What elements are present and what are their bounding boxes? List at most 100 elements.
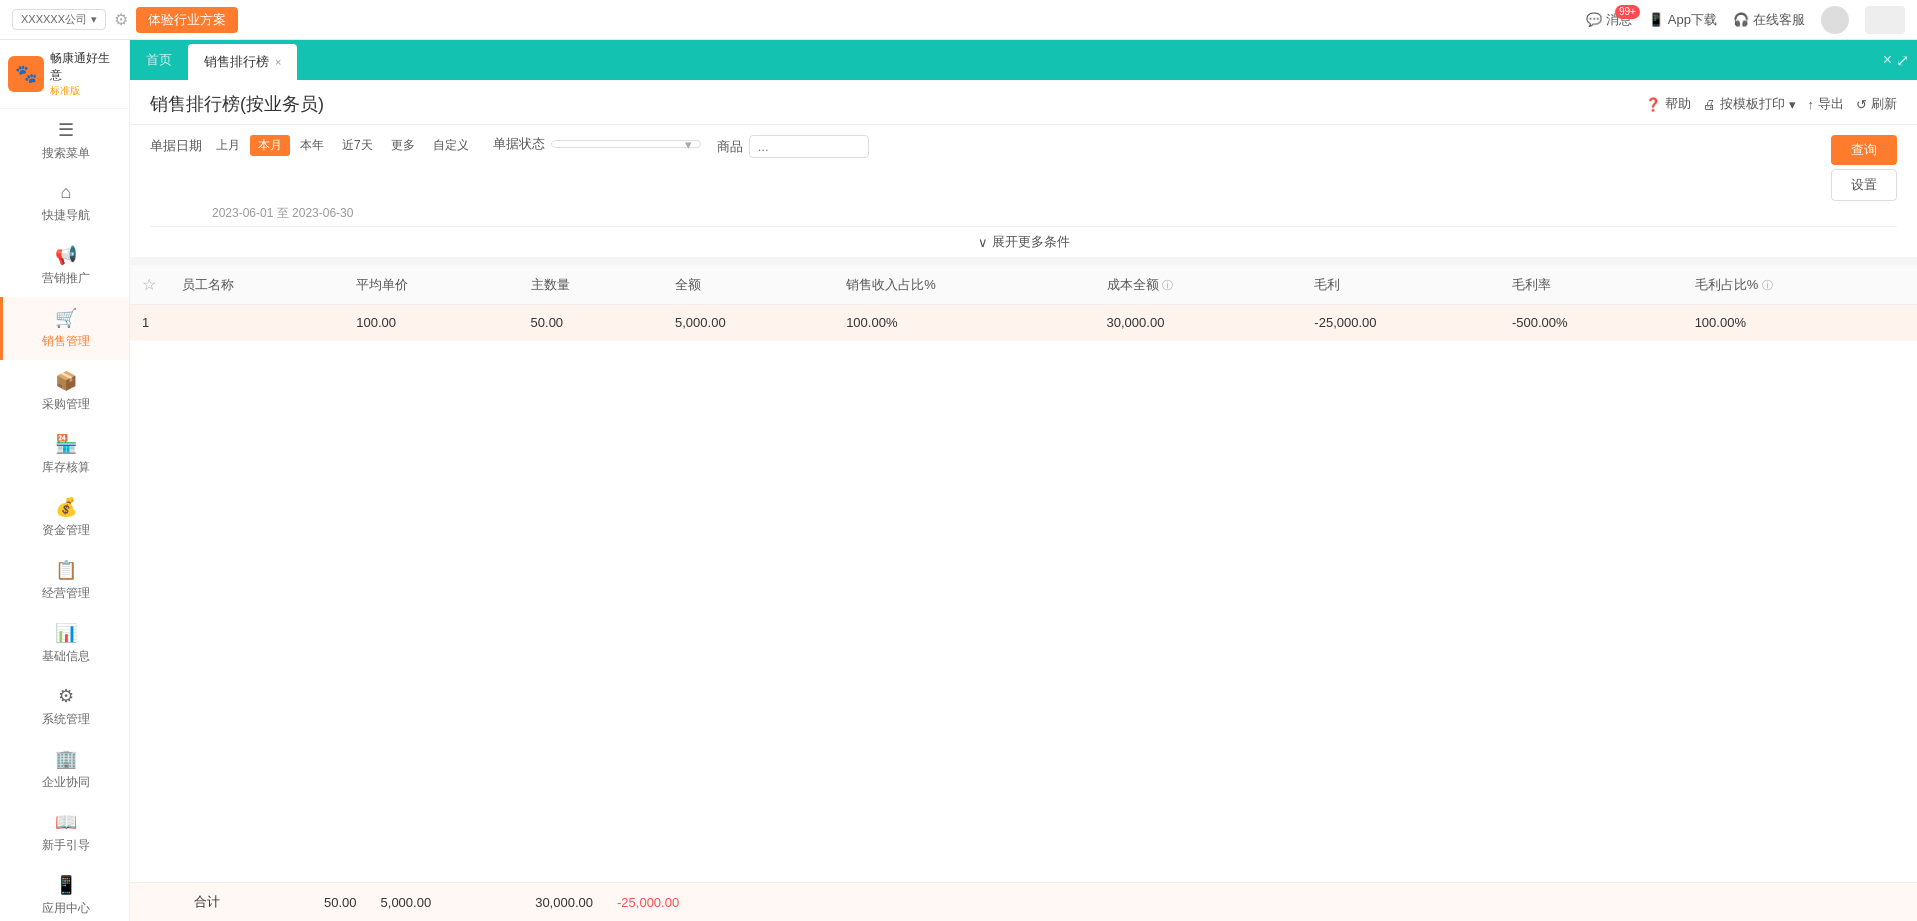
sidebar-item-marketing[interactable]: 📢 营销推广: [0, 234, 129, 297]
question-icon: ❓: [1645, 97, 1661, 112]
sidebar-item-label: 新手引导: [42, 837, 90, 854]
sidebar-item-search-order[interactable]: ☰ 搜索菜单: [0, 109, 129, 172]
bell-icon: 💬: [1586, 12, 1602, 27]
sidebar-item-label: 资金管理: [42, 522, 90, 539]
finance-icon: 💰: [55, 496, 77, 518]
cell-qty: 50.00: [519, 305, 663, 341]
company-selector[interactable]: XXXXXX公司 ▾: [12, 9, 106, 30]
home-icon: ⌂: [61, 182, 72, 203]
template-print-button[interactable]: 🖨 按模板打印 ▾: [1703, 95, 1796, 113]
date-tab-current-month[interactable]: 本月: [250, 135, 290, 156]
sidebar-item-finance[interactable]: 💰 资金管理: [0, 486, 129, 549]
inventory-icon: 🏪: [55, 433, 77, 455]
sidebar-item-label: 库存核算: [42, 459, 90, 476]
sidebar-item-purchase[interactable]: 📦 采购管理: [0, 360, 129, 423]
sidebar-item-system[interactable]: ⚙ 系统管理: [0, 675, 129, 738]
logo-text-wrap: 畅康通好生意 标准版: [50, 50, 121, 98]
notification-badge: 99+: [1615, 5, 1640, 19]
app-download-link[interactable]: 📱 App下载: [1648, 11, 1717, 29]
th-gross: 毛利: [1302, 265, 1500, 305]
sidebar-item-inventory[interactable]: 🏪 库存核算: [0, 423, 129, 486]
expand-down-icon: ∨: [978, 235, 988, 250]
mobile-icon: 📱: [1648, 12, 1664, 27]
dropdown-arrow-icon: ▾: [91, 13, 97, 26]
system-icon: ⚙: [58, 685, 74, 707]
cell-cost: 30,000.00: [1095, 305, 1303, 341]
query-button[interactable]: 查询: [1831, 135, 1897, 165]
date-tab-custom[interactable]: 自定义: [425, 135, 477, 156]
star-icon[interactable]: ☆: [142, 276, 156, 293]
settings-button[interactable]: 设置: [1831, 169, 1897, 201]
status-select[interactable]: ▾: [551, 140, 701, 148]
sidebar-item-label: 销售管理: [42, 333, 90, 350]
user-name-display: [1865, 6, 1905, 34]
goods-input[interactable]: [758, 139, 838, 154]
cell-name: [170, 305, 344, 341]
settings-icon[interactable]: ⚙: [114, 10, 128, 29]
export-button[interactable]: ↑ 导出: [1808, 95, 1845, 113]
th-amount: 全额: [663, 265, 834, 305]
th-avg-price: 平均单价: [344, 265, 518, 305]
th-name: 员工名称: [170, 265, 344, 305]
window-close-icon[interactable]: ×: [1883, 51, 1892, 69]
expand-more-conditions[interactable]: ∨ 展开更多条件: [150, 226, 1897, 257]
refresh-icon: ↺: [1856, 97, 1867, 112]
sidebar-item-label: 企业协同: [42, 774, 90, 791]
sidebar-item-app-center[interactable]: 📱 应用中心: [0, 864, 129, 921]
footer-gross: -25,000.00: [605, 895, 691, 910]
trial-button[interactable]: 体验行业方案: [136, 7, 238, 33]
page-content: 销售排行榜(按业务员) ❓ 帮助 🖨 按模板打印 ▾ ↑ 导出: [130, 80, 1917, 921]
marketing-icon: 📢: [55, 244, 77, 266]
date-tab-current-year[interactable]: 本年: [292, 135, 332, 156]
tab-sales-ranking[interactable]: 销售排行榜 ×: [188, 44, 297, 80]
online-support-link[interactable]: 🎧 在线客服: [1733, 11, 1805, 29]
status-filter-label: 单据状态: [493, 135, 545, 153]
sidebar-item-label: 采购管理: [42, 396, 90, 413]
purchase-icon: 📦: [55, 370, 77, 392]
sales-icon: 🛒: [55, 307, 77, 329]
operations-icon: 📋: [55, 559, 77, 581]
sidebar-item-guide[interactable]: 📖 新手引导: [0, 801, 129, 864]
date-tab-last-month[interactable]: 上月: [208, 135, 248, 156]
sidebar-item-enterprise[interactable]: 🏢 企业协同: [0, 738, 129, 801]
sidebar-item-label: 基础信息: [42, 648, 90, 665]
status-filter-group: 单据状态 ▾: [493, 135, 701, 153]
help-button[interactable]: ❓ 帮助: [1645, 95, 1691, 113]
footer-summary-label: 合计: [182, 893, 232, 911]
date-tab-more[interactable]: 更多: [383, 135, 423, 156]
sidebar-item-label: 经营管理: [42, 585, 90, 602]
page-title: 销售排行榜(按业务员): [150, 92, 324, 116]
tab-home[interactable]: 首页: [130, 40, 188, 80]
sidebar-item-label: 应用中心: [42, 900, 90, 917]
tab-home-label: 首页: [146, 51, 172, 69]
cell-gross: -25,000.00: [1302, 305, 1500, 341]
cell-sales-pct: 100.00%: [834, 305, 1094, 341]
footer-cost: 30,000.00: [523, 895, 605, 910]
date-tab-7days[interactable]: 近7天: [334, 135, 381, 156]
window-resize-icon[interactable]: ⤢: [1896, 51, 1909, 70]
refresh-button[interactable]: ↺ 刷新: [1856, 95, 1897, 113]
tab-close-icon[interactable]: ×: [275, 56, 281, 68]
sidebar-item-sales[interactable]: 🛒 销售管理: [0, 297, 129, 360]
date-range-display: 2023-06-01 至 2023-06-30: [150, 205, 1897, 222]
sidebar-item-quick-nav[interactable]: ⌂ 快捷导航: [0, 172, 129, 234]
sidebar-item-basic-info[interactable]: 📊 基础信息: [0, 612, 129, 675]
page-header-actions: ❓ 帮助 🖨 按模板打印 ▾ ↑ 导出 ↺ 刷新: [1645, 95, 1898, 113]
top-bar-right: 💬 消息 99+ 📱 App下载 🎧 在线客服: [1586, 6, 1905, 34]
tab-sales-ranking-label: 销售排行榜: [204, 53, 269, 71]
search-order-icon: ☰: [58, 119, 74, 141]
content-area: 首页 销售排行榜 × × ⤢ 销售排行榜(按业务员) ❓ 帮助: [130, 40, 1917, 921]
enterprise-icon: 🏢: [55, 748, 77, 770]
th-gross-rate: 毛利率: [1500, 265, 1683, 305]
date-filter-group: 单据日期 上月 本月 本年 近7天 更多 自定义: [150, 135, 477, 156]
page-header: 销售排行榜(按业务员) ❓ 帮助 🖨 按模板打印 ▾ ↑ 导出: [130, 80, 1917, 124]
sidebar-item-operations[interactable]: 📋 经营管理: [0, 549, 129, 612]
notification-bell[interactable]: 💬 消息 99+: [1586, 11, 1632, 29]
avatar[interactable]: [1821, 6, 1849, 34]
logo-sub: 标准版: [50, 84, 121, 98]
goods-filter-group: 商品: [717, 135, 869, 158]
dropdown-arrow-icon: ▾: [1789, 97, 1796, 112]
app-center-icon: 📱: [55, 874, 77, 896]
headset-icon: 🎧: [1733, 12, 1749, 27]
th-qty: 主数量: [519, 265, 663, 305]
